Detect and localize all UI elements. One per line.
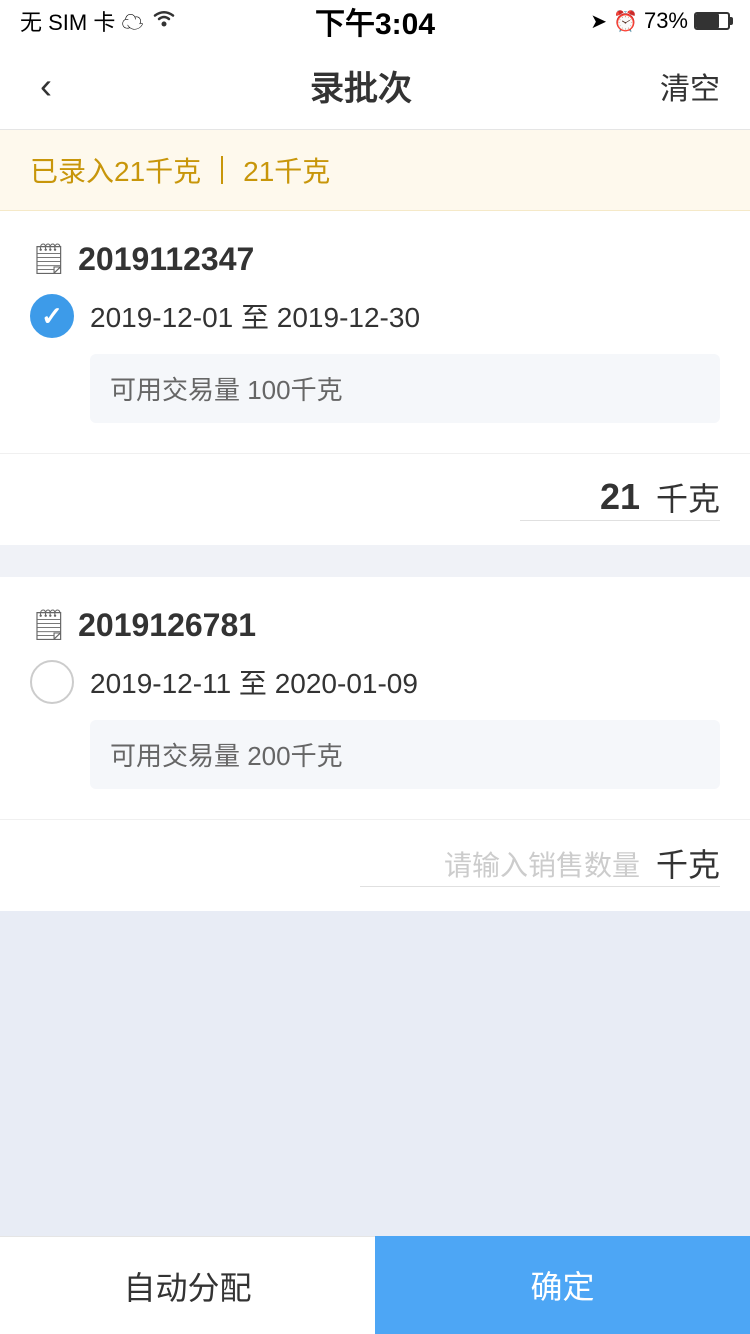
batch-1-date: 2019-12-01 至 2019-12-30 bbox=[90, 296, 420, 336]
nav-bar: ‹ 录批次 清空 bbox=[0, 42, 750, 130]
batch-2-available: 可用交易量 200千克 bbox=[90, 720, 720, 789]
clear-button[interactable]: 清空 bbox=[660, 64, 720, 108]
batch-2-date: 2019-12-11 至 2020-01-09 bbox=[90, 662, 418, 702]
batch-2-id: 2019126781 bbox=[78, 607, 256, 644]
batch-2-qty-input[interactable] bbox=[360, 842, 640, 884]
batch-1-input-row: 千克 bbox=[0, 453, 750, 545]
batch-1-date-row: 2019-12-01 至 2019-12-30 bbox=[30, 294, 720, 338]
batch-card-1: 🗒 2019112347 2019-12-01 至 2019-12-30 可用交… bbox=[0, 211, 750, 545]
batch-card-2: 🗒 2019126781 2019-12-11 至 2020-01-09 可用交… bbox=[0, 577, 750, 911]
batch-1-radio[interactable] bbox=[30, 294, 74, 338]
sim-label: 无 SIM 卡 ☁ bbox=[20, 5, 143, 37]
batch-2-radio[interactable] bbox=[30, 660, 74, 704]
summary-bar: 已录入21千克 21千克 bbox=[0, 130, 750, 211]
summary-value: 21千克 bbox=[243, 150, 330, 190]
batch-2-date-row: 2019-12-11 至 2020-01-09 bbox=[30, 660, 720, 704]
battery-percent: 73% bbox=[644, 8, 688, 34]
batch-1-available: 可用交易量 100千克 bbox=[90, 354, 720, 423]
batch-1-unit: 千克 bbox=[656, 474, 720, 520]
alarm-icon: ⏰ bbox=[613, 9, 638, 34]
main-content: 🗒 2019112347 2019-12-01 至 2019-12-30 可用交… bbox=[0, 211, 750, 1317]
batch-2-unit: 千克 bbox=[656, 840, 720, 886]
status-left: 无 SIM 卡 ☁ bbox=[20, 5, 177, 37]
doc-icon-2: 🗒 bbox=[30, 608, 68, 643]
batch-1-header: 🗒 2019112347 bbox=[30, 241, 720, 278]
batch-card-2-header-section: 🗒 2019126781 2019-12-11 至 2020-01-09 可用交… bbox=[0, 577, 750, 819]
batch-2-underline bbox=[360, 886, 720, 887]
batch-2-header: 🗒 2019126781 bbox=[30, 607, 720, 644]
summary-recorded-label: 已录入21千克 bbox=[30, 150, 201, 190]
wifi-icon bbox=[151, 8, 177, 34]
doc-icon-1: 🗒 bbox=[30, 242, 68, 277]
batch-1-id: 2019112347 bbox=[78, 241, 254, 278]
status-bar: 无 SIM 卡 ☁ 下午3:04 ➤ ⏰ 73% bbox=[0, 0, 750, 42]
batch-1-underline bbox=[520, 520, 720, 521]
batch-card-1-header-section: 🗒 2019112347 2019-12-01 至 2019-12-30 可用交… bbox=[0, 211, 750, 453]
batch-separator bbox=[0, 545, 750, 561]
batch-2-input-row: 千克 bbox=[0, 819, 750, 911]
location-icon: ➤ bbox=[590, 9, 607, 34]
status-right: ➤ ⏰ 73% bbox=[590, 8, 730, 34]
back-button[interactable]: ‹ bbox=[30, 55, 62, 117]
battery-icon bbox=[694, 12, 730, 30]
confirm-button[interactable]: 确定 bbox=[375, 1236, 750, 1334]
status-time: 下午3:04 bbox=[315, 0, 435, 43]
auto-distribute-button[interactable]: 自动分配 bbox=[0, 1236, 375, 1334]
page-title: 录批次 bbox=[310, 61, 412, 110]
summary-divider bbox=[221, 156, 223, 184]
bottom-bar: 自动分配 确定 bbox=[0, 1236, 750, 1334]
batch-1-qty-input[interactable] bbox=[520, 476, 640, 518]
